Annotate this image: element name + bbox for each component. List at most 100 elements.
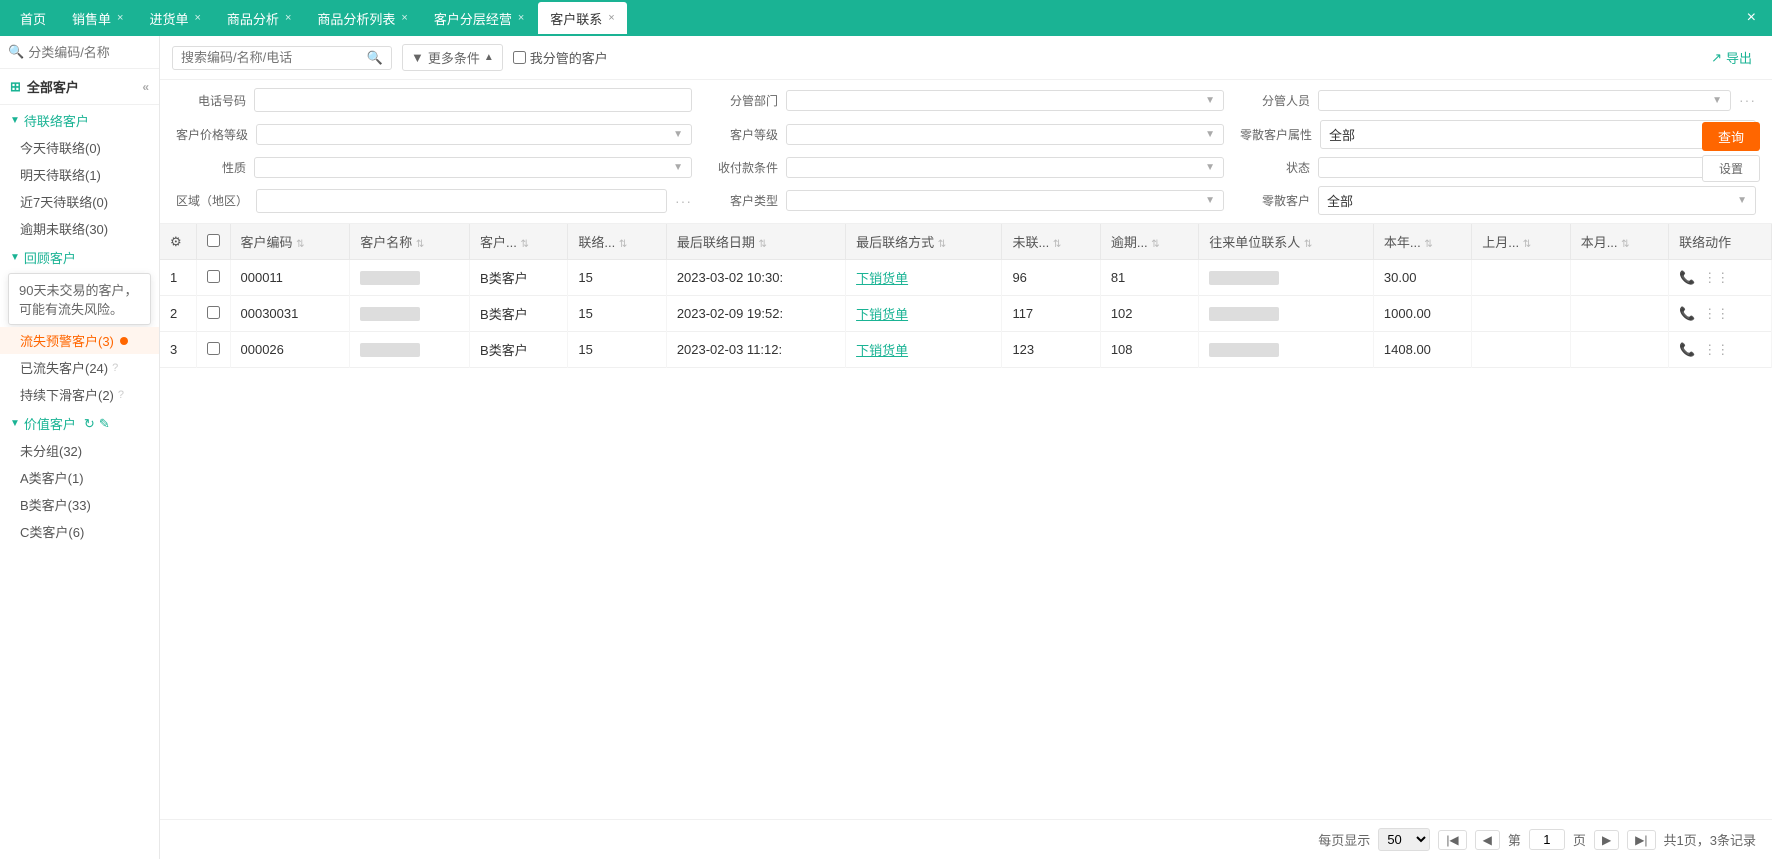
- status-select[interactable]: ▼: [1318, 157, 1756, 178]
- retail-customer-select[interactable]: 全部 ▼: [1318, 186, 1756, 215]
- close-window-button[interactable]: ×: [1739, 9, 1764, 27]
- section-arrow-waiting: ▼: [10, 115, 20, 126]
- col-level[interactable]: 客户... ⇅: [470, 224, 568, 260]
- tab-close-analysis-list[interactable]: ×: [401, 12, 407, 24]
- phone-action-icon[interactable]: 📞: [1679, 270, 1695, 286]
- col-checkbox[interactable]: [196, 224, 230, 260]
- cell-last-way[interactable]: 下销货单: [846, 296, 1002, 332]
- sidebar-item-churned[interactable]: 已流失客户(24) ?: [0, 354, 159, 381]
- next-page-button[interactable]: ▶: [1594, 830, 1619, 850]
- sidebar-item-7days[interactable]: 近7天待联络(0): [0, 188, 159, 215]
- row-checkbox[interactable]: [207, 342, 220, 355]
- sidebar-item-class-b[interactable]: B类客户(33): [0, 491, 159, 518]
- tab-close-purchase[interactable]: ×: [194, 12, 200, 24]
- query-button[interactable]: 查询: [1702, 122, 1760, 151]
- nature-select[interactable]: ▼: [254, 157, 692, 178]
- payment-select[interactable]: ▼: [786, 157, 1224, 178]
- retail-attr-select[interactable]: 全部 ▼: [1320, 120, 1756, 149]
- search-btn-icon[interactable]: 🔍: [367, 50, 383, 66]
- page-size-select[interactable]: 50 20 100: [1378, 828, 1430, 851]
- tab-analysis[interactable]: 商品分析 ×: [215, 2, 303, 34]
- sidebar-item-overdue[interactable]: 逾期未联络(30): [0, 215, 159, 242]
- sidebar-section-review[interactable]: ▼ 回顾客户: [0, 242, 159, 271]
- refresh-icon[interactable]: ↻: [84, 416, 95, 432]
- customer-level-select[interactable]: ▼: [786, 124, 1224, 145]
- col-unit-contact[interactable]: 往来单位联系人 ⇅: [1199, 224, 1374, 260]
- setting-button[interactable]: 设置: [1702, 155, 1760, 182]
- more-filter-button[interactable]: ▼ 更多条件 ▲: [402, 44, 503, 71]
- tab-customer-contact[interactable]: 客户联系 ×: [538, 2, 626, 34]
- edit-icon[interactable]: ✎: [99, 416, 110, 432]
- col-this-month[interactable]: 本月... ⇅: [1570, 224, 1668, 260]
- col-contact[interactable]: 联络... ⇅: [568, 224, 666, 260]
- col-code[interactable]: 客户编码 ⇅: [230, 224, 350, 260]
- row-checkbox[interactable]: [207, 270, 220, 283]
- sidebar-item-ungrouped[interactable]: 未分组(32): [0, 437, 159, 464]
- phone-action-icon[interactable]: 📞: [1679, 342, 1695, 358]
- col-last-way[interactable]: 最后联络方式 ⇅: [846, 224, 1002, 260]
- col-settings[interactable]: ⚙: [160, 224, 196, 260]
- tab-close-customer-contact[interactable]: ×: [608, 12, 614, 24]
- my-customers-checkbox-wrap[interactable]: 我分管的客户: [513, 48, 608, 67]
- sidebar-item-churn-warning[interactable]: 流失预警客户(3): [0, 327, 159, 354]
- export-button[interactable]: ↗ 导出: [1703, 45, 1760, 70]
- cell-checkbox[interactable]: [196, 296, 230, 332]
- cell-action: 📞 ⋮⋮: [1669, 332, 1772, 368]
- row-checkbox[interactable]: [207, 306, 220, 319]
- tab-sales[interactable]: 销售单 ×: [60, 2, 135, 34]
- last-page-button[interactable]: ▶|: [1627, 830, 1655, 850]
- page-input[interactable]: [1529, 829, 1565, 850]
- select-all-checkbox[interactable]: [207, 234, 220, 247]
- sidebar-section-waiting[interactable]: ▼ 待联络客户: [0, 105, 159, 134]
- phone-input[interactable]: [254, 88, 692, 112]
- sidebar-search-input[interactable]: [28, 45, 151, 60]
- tab-home[interactable]: 首页: [8, 2, 58, 34]
- person-more-icon[interactable]: ···: [1739, 92, 1756, 108]
- cell-checkbox[interactable]: [196, 332, 230, 368]
- col-not-contacted[interactable]: 未联... ⇅: [1002, 224, 1100, 260]
- col-this-year[interactable]: 本年... ⇅: [1373, 224, 1471, 260]
- prev-page-button[interactable]: ◀: [1475, 830, 1500, 850]
- phone-action-icon[interactable]: 📞: [1679, 306, 1695, 322]
- first-page-button[interactable]: |◀: [1438, 830, 1466, 850]
- chevron-up-icon: ▲: [484, 52, 494, 63]
- region-more-icon[interactable]: ···: [675, 193, 692, 209]
- tab-customer-layer[interactable]: 客户分层经营 ×: [422, 2, 536, 34]
- customer-type-select[interactable]: ▼: [786, 190, 1224, 211]
- sidebar-item-class-c[interactable]: C类客户(6): [0, 518, 159, 545]
- tab-close-analysis[interactable]: ×: [285, 12, 291, 24]
- person-select[interactable]: ▼: [1318, 90, 1731, 111]
- tab-close-customer-layer[interactable]: ×: [518, 12, 524, 24]
- grid-icon: ⊞: [10, 79, 21, 95]
- cell-last-way[interactable]: 下销货单: [846, 332, 1002, 368]
- cell-last-way[interactable]: 下销货单: [846, 260, 1002, 296]
- cell-checkbox[interactable]: [196, 260, 230, 296]
- sidebar-root[interactable]: ⊞ 全部客户 «: [0, 69, 159, 105]
- dept-select[interactable]: ▼: [786, 90, 1224, 111]
- sidebar-item-declining[interactable]: 持续下滑客户(2) ?: [0, 381, 159, 408]
- cell-code: 00030031: [230, 296, 350, 332]
- col-last-date[interactable]: 最后联络日期 ⇅: [666, 224, 845, 260]
- tab-close-sales[interactable]: ×: [117, 12, 123, 24]
- cell-name: [350, 332, 470, 368]
- tab-purchase[interactable]: 进货单 ×: [137, 2, 212, 34]
- region-input[interactable]: [256, 189, 667, 213]
- sidebar-item-tomorrow[interactable]: 明天待联络(1): [0, 161, 159, 188]
- col-overdue[interactable]: 逾期... ⇅: [1100, 224, 1198, 260]
- sidebar-section-value[interactable]: ▼ 价值客户 ↻ ✎: [0, 408, 159, 437]
- sidebar-item-class-a[interactable]: A类客户(1): [0, 464, 159, 491]
- table-row: 3 000026 B类客户 15 2023-02-03 11:12: 下销货单 …: [160, 332, 1772, 368]
- filter-dept: 分管部门 ▼: [708, 88, 1224, 112]
- col-last-month[interactable]: 上月... ⇅: [1472, 224, 1570, 260]
- col-name[interactable]: 客户名称 ⇅: [350, 224, 470, 260]
- price-level-select[interactable]: ▼: [256, 124, 692, 145]
- more-action-icon[interactable]: ⋮⋮: [1703, 342, 1729, 358]
- nature-arrow: ▼: [673, 162, 683, 173]
- sidebar-item-today[interactable]: 今天待联络(0): [0, 134, 159, 161]
- more-action-icon[interactable]: ⋮⋮: [1703, 306, 1729, 322]
- filter-price-level: 客户价格等级 ▼: [176, 120, 692, 149]
- tab-analysis-list[interactable]: 商品分析列表 ×: [305, 2, 419, 34]
- more-action-icon[interactable]: ⋮⋮: [1703, 270, 1729, 286]
- search-input[interactable]: [181, 50, 361, 65]
- my-customers-checkbox[interactable]: [513, 51, 526, 64]
